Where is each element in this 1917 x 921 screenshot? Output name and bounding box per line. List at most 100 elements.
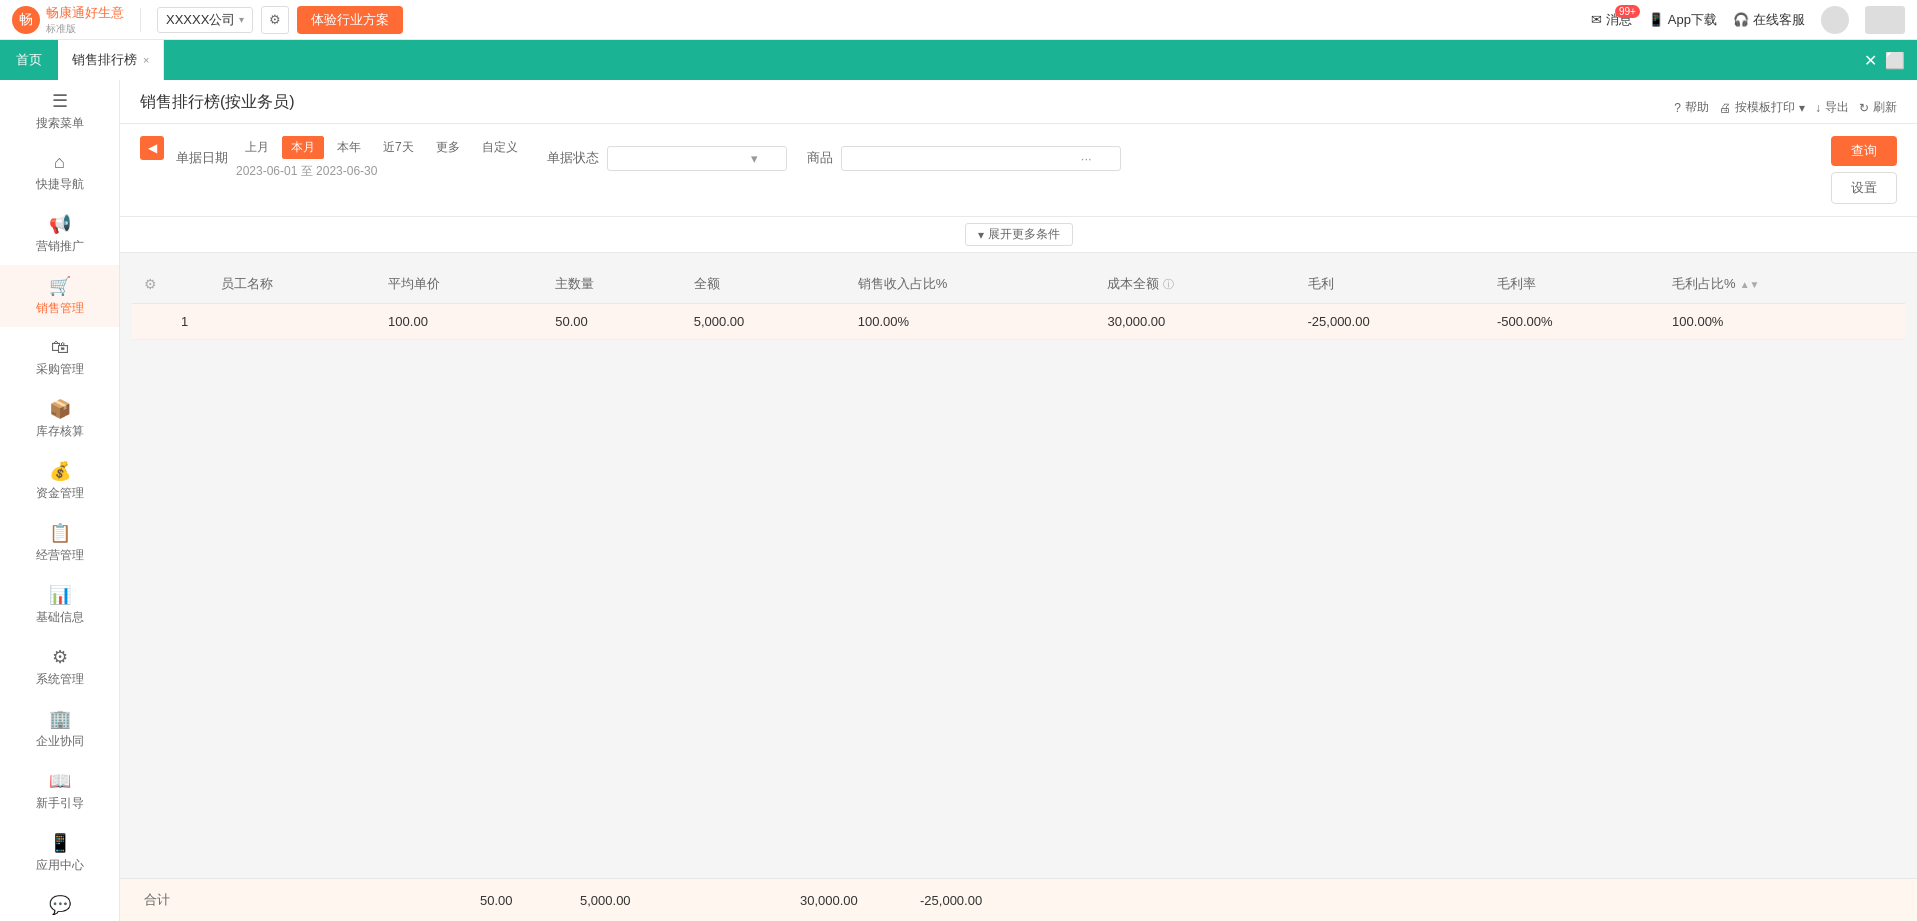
restore-window-icon[interactable]: ⬜	[1885, 51, 1905, 70]
sidebar-item-label: 营销推广	[36, 238, 84, 255]
footer-amount: 5,000.00	[568, 889, 668, 912]
app-name: 畅康通好生意	[46, 4, 124, 22]
basics-icon: 📊	[49, 584, 71, 606]
filter-settings-button[interactable]: 设置	[1831, 172, 1897, 204]
filter-fields: 单据日期 上月 本月 本年 近7天 更多 自定义 2023-06-01 至 20…	[176, 136, 1819, 180]
status-filter-group: 单据状态 ▾	[547, 146, 787, 171]
sidebar-item-guide[interactable]: 📖 新手引导	[0, 760, 119, 822]
sidebar-item-label: 搜索菜单	[36, 115, 84, 132]
date-tab-current-year[interactable]: 本年	[328, 136, 370, 159]
sidebar-item-sales[interactable]: 🛒 销售管理	[0, 265, 119, 327]
app-download-label: App下载	[1668, 11, 1717, 29]
inventory-icon: 📦	[49, 398, 71, 420]
tab-home[interactable]: 首页	[0, 40, 58, 80]
sidebar-item-app-center[interactable]: 📱 应用中心	[0, 822, 119, 884]
footer-label: 合计	[132, 887, 208, 913]
sidebar-item-label: 资金管理	[36, 485, 84, 502]
sidebar-item-label: 销售管理	[36, 300, 84, 317]
sidebar-item-label: 企业协同	[36, 733, 84, 750]
industry-btn[interactable]: 体验行业方案	[297, 6, 403, 34]
cell-amount: 5,000.00	[682, 304, 846, 340]
collapse-arrow-button[interactable]: ◀	[140, 136, 164, 160]
top-bar: 畅 畅康通好生意 标准版 XXXXX公司 ▾ ⚙ 体验行业方案 ✉ 消息 99+…	[0, 0, 1917, 40]
sidebar-item-label: 库存核算	[36, 423, 84, 440]
sidebar-item-corp[interactable]: 🏢 企业协同	[0, 698, 119, 760]
date-tab-prev-month[interactable]: 上月	[236, 136, 278, 159]
employee-name-header-label: 员工名称	[221, 275, 273, 293]
logo-text: 畅康通好生意 标准版	[46, 4, 124, 36]
sidebar-item-operations[interactable]: 📋 经营管理	[0, 512, 119, 574]
divider	[140, 8, 141, 32]
template-print-button[interactable]: 🖨 按模板打印 ▾	[1719, 99, 1805, 116]
sidebar-item-system[interactable]: ⚙ 系统管理	[0, 636, 119, 698]
cell-employee-name	[209, 304, 376, 340]
logo[interactable]: 畅 畅康通好生意 标准版	[12, 4, 124, 36]
profit-ratio-sort-icon[interactable]: ▲▼	[1740, 279, 1760, 290]
marketing-icon: 📢	[49, 213, 71, 235]
profit-rate-header-label: 毛利率	[1497, 275, 1536, 293]
date-tab-current-month[interactable]: 本月	[282, 136, 324, 159]
message-icon: ✉	[1591, 12, 1602, 27]
settings-button[interactable]: ⚙	[261, 6, 289, 34]
help-button[interactable]: ? 帮助	[1674, 99, 1709, 116]
expand-conditions-button[interactable]: ▾ 展开更多条件	[965, 223, 1073, 246]
refresh-button[interactable]: ↻ 刷新	[1859, 99, 1897, 116]
sidebar-item-finance[interactable]: 💰 资金管理	[0, 450, 119, 512]
cell-settings	[132, 304, 169, 340]
status-filter-label: 单据状态	[547, 149, 599, 167]
date-tabs: 上月 本月 本年 近7天 更多 自定义	[236, 136, 527, 159]
user-info[interactable]	[1865, 6, 1905, 34]
page-header: 销售排行榜(按业务员) ? 帮助 🖨 按模板打印 ▾ ↓ 导出 ↻ 刷新	[120, 80, 1917, 124]
th-employee-name: 员工名称	[209, 265, 376, 304]
status-select-value	[616, 151, 620, 166]
goods-select[interactable]: ···	[841, 146, 1121, 171]
query-button[interactable]: 查询	[1831, 136, 1897, 166]
sidebar-item-basics[interactable]: 📊 基础信息	[0, 574, 119, 636]
home-icon: ⌂	[54, 152, 65, 173]
online-service-button[interactable]: 🎧 在线客服	[1733, 11, 1805, 29]
app-download-button[interactable]: 📱 App下载	[1648, 11, 1717, 29]
expand-row: ▾ 展开更多条件	[120, 217, 1917, 253]
current-tab-label: 销售排行榜	[72, 51, 137, 69]
sidebar-item-quick-nav[interactable]: ⌂ 快捷导航	[0, 142, 119, 203]
date-range-display: 2023-06-01 至 2023-06-30	[236, 163, 527, 180]
date-tab-more[interactable]: 更多	[427, 136, 469, 159]
sidebar-item-marketing[interactable]: 📢 营销推广	[0, 203, 119, 265]
top-bar-right: ✉ 消息 99+ 📱 App下载 🎧 在线客服	[1591, 6, 1905, 34]
sidebar-item-label: 基础信息	[36, 609, 84, 626]
th-settings: ⚙	[132, 265, 169, 304]
purchase-icon: 🛍	[51, 337, 69, 358]
close-window-icon[interactable]: ✕	[1864, 51, 1877, 70]
sidebar-item-label: 快捷导航	[36, 176, 84, 193]
tab-close-icon[interactable]: ×	[143, 54, 149, 66]
export-button[interactable]: ↓ 导出	[1815, 99, 1849, 116]
sidebar-item-purchase[interactable]: 🛍 采购管理	[0, 327, 119, 388]
sales-icon: 🛒	[49, 275, 71, 297]
status-select[interactable]: ▾	[607, 146, 787, 171]
th-profit-rate: 毛利率	[1485, 265, 1660, 304]
phone-icon: 📱	[1648, 12, 1664, 27]
company-selector[interactable]: XXXXX公司 ▾	[157, 7, 253, 33]
th-rank	[169, 265, 209, 304]
sidebar-item-wechat[interactable]: 💬 企业微信	[0, 884, 119, 921]
sidebar-item-label: 经营管理	[36, 547, 84, 564]
cell-rank: 1	[169, 304, 209, 340]
cell-profit-rate: -500.00%	[1485, 304, 1660, 340]
th-quantity: 主数量	[543, 265, 682, 304]
footer-profit: -25,000.00	[908, 889, 1028, 912]
help-label: 帮助	[1685, 99, 1709, 116]
sidebar-item-search[interactable]: ☰ 搜索菜单	[0, 80, 119, 142]
column-settings-icon[interactable]: ⚙	[144, 276, 157, 292]
app-center-icon: 📱	[49, 832, 71, 854]
sidebar-item-inventory[interactable]: 📦 库存核算	[0, 388, 119, 450]
cell-sales-ratio: 100.00%	[846, 304, 1096, 340]
message-button[interactable]: ✉ 消息 99+	[1591, 11, 1632, 29]
tab-sales-ranking[interactable]: 销售排行榜 ×	[58, 40, 164, 80]
th-cost: 成本全额 ⓘ	[1095, 265, 1295, 304]
footer-avg-space	[368, 896, 468, 904]
date-tab-7days[interactable]: 近7天	[374, 136, 423, 159]
avatar[interactable]	[1821, 6, 1849, 34]
cost-info-icon[interactable]: ⓘ	[1163, 277, 1174, 292]
date-tab-custom[interactable]: 自定义	[473, 136, 527, 159]
tab-bar-right: ✕ ⬜	[1864, 51, 1917, 70]
